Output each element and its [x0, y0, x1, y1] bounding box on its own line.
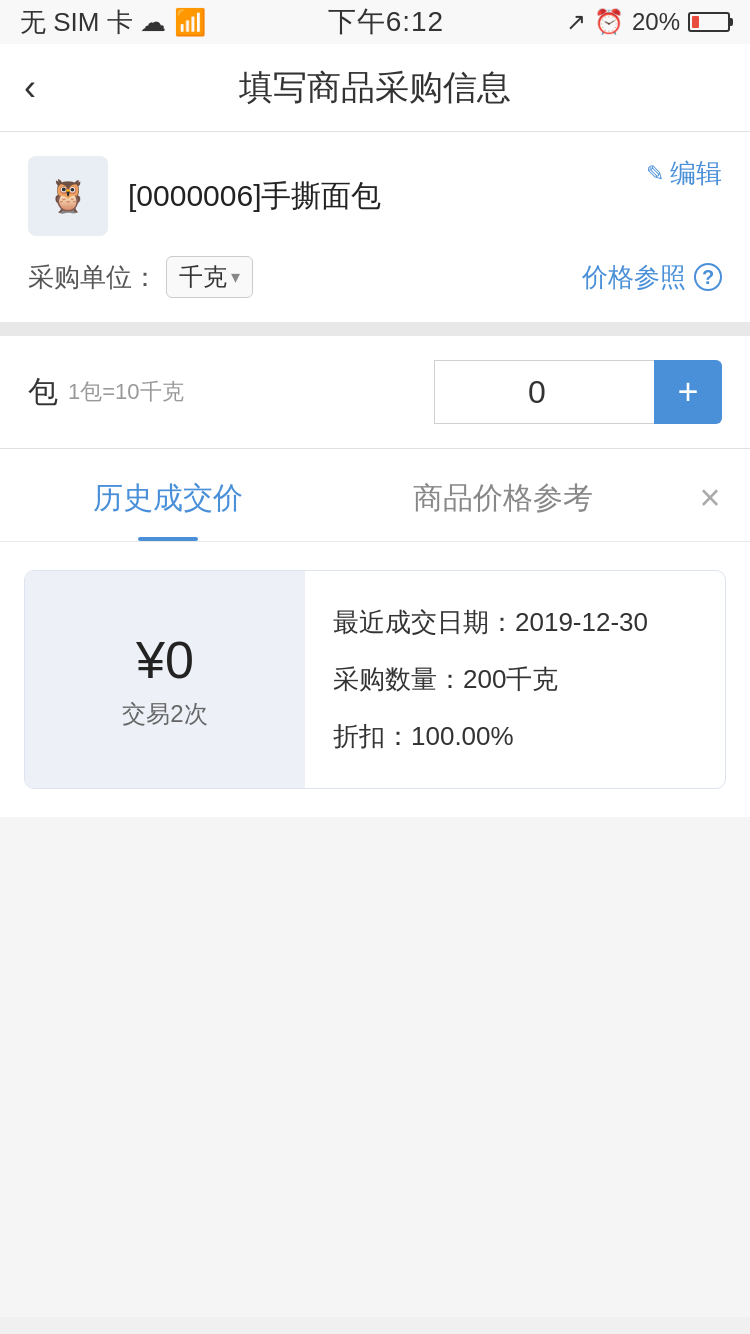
product-left: 🦉 [0000006]手撕面包: [28, 156, 381, 236]
battery-percent: 20%: [632, 8, 680, 36]
product-unit-row: 采购单位： 千克 ▾ 价格参照 ?: [28, 256, 722, 298]
quantity-unit-text: 包: [28, 372, 58, 413]
unit-value: 千克: [179, 261, 227, 293]
edit-icon: ✎: [646, 161, 664, 187]
edit-label: 编辑: [670, 156, 722, 191]
tabs-header: 历史成交价 商品价格参考 ×: [0, 449, 750, 542]
product-name: [0000006]手撕面包: [128, 175, 381, 217]
tab-history-price[interactable]: 历史成交价: [0, 450, 335, 541]
unit-select-dropdown[interactable]: 千克 ▾: [166, 256, 253, 298]
battery-indicator: [688, 12, 730, 32]
date-label: 最近成交日期：: [333, 607, 515, 637]
discount-value: 100.00%: [411, 721, 514, 751]
quantity-plus-button[interactable]: +: [654, 360, 722, 424]
history-discount-row: 折扣：100.00%: [333, 717, 697, 756]
product-card: 🦉 [0000006]手撕面包 ✎ 编辑 采购单位： 千克 ▾ 价格参照 ?: [0, 132, 750, 322]
date-value: 2019-12-30: [515, 607, 648, 637]
history-qty-row: 采购数量：200千克: [333, 660, 697, 699]
tab-content-history: ¥0 交易2次 最近成交日期：2019-12-30 采购数量：200千克 折扣：…: [0, 542, 750, 817]
price-ref-label: 价格参照: [582, 260, 686, 295]
bottom-area: [0, 817, 750, 1317]
quantity-row: 包 1包=10千克 +: [0, 336, 750, 448]
history-card: ¥0 交易2次 最近成交日期：2019-12-30 采购数量：200千克 折扣：…: [24, 570, 726, 789]
nav-bar: ‹ 填写商品采购信息: [0, 44, 750, 132]
owl-icon: 🦉: [48, 177, 88, 215]
history-price-left: ¥0 交易2次: [25, 571, 305, 788]
edit-button[interactable]: ✎ 编辑: [646, 156, 722, 191]
battery-fill: [692, 16, 699, 28]
status-bar: 无 SIM 卡 ☁ 📶 下午6:12 ↗ ⏰ 20%: [0, 0, 750, 44]
product-logo: 🦉: [28, 156, 108, 236]
history-details-right: 最近成交日期：2019-12-30 采购数量：200千克 折扣：100.00%: [305, 571, 725, 788]
price-reference-button[interactable]: 价格参照 ?: [582, 260, 722, 295]
tab-price-reference[interactable]: 商品价格参考: [335, 450, 670, 541]
battery-body: [688, 12, 730, 32]
status-left: 无 SIM 卡 ☁ 📶: [20, 5, 206, 40]
sim-label: 无 SIM 卡 ☁: [20, 5, 166, 40]
history-trade-times: 交易2次: [122, 698, 207, 730]
page-title: 填写商品采购信息: [239, 65, 511, 111]
help-icon: ?: [694, 263, 722, 291]
quantity-label: 包 1包=10千克: [28, 372, 184, 413]
qty-value: 200千克: [463, 664, 558, 694]
history-date-row: 最近成交日期：2019-12-30: [333, 603, 697, 642]
wifi-icon: 📶: [174, 7, 206, 38]
quantity-sub-text: 1包=10千克: [68, 377, 184, 407]
section-divider: [0, 322, 750, 336]
qty-label: 采购数量：: [333, 664, 463, 694]
product-header: 🦉 [0000006]手撕面包 ✎ 编辑: [28, 156, 722, 236]
tabs-close-button[interactable]: ×: [670, 449, 750, 541]
back-button[interactable]: ‹: [24, 67, 36, 109]
status-time: 下午6:12: [328, 3, 445, 41]
alarm-icon: ⏰: [594, 8, 624, 36]
discount-label: 折扣：: [333, 721, 411, 751]
tabs-panel: 历史成交价 商品价格参考 × ¥0 交易2次 最近成交日期：2019-12-30…: [0, 448, 750, 817]
unit-label: 采购单位： 千克 ▾: [28, 256, 253, 298]
history-price-value: ¥0: [136, 630, 194, 690]
quantity-input-group: +: [434, 360, 722, 424]
location-icon: ↗: [566, 8, 586, 36]
dropdown-arrow-icon: ▾: [231, 266, 240, 288]
quantity-input[interactable]: [434, 360, 654, 424]
status-right: ↗ ⏰ 20%: [566, 8, 730, 36]
